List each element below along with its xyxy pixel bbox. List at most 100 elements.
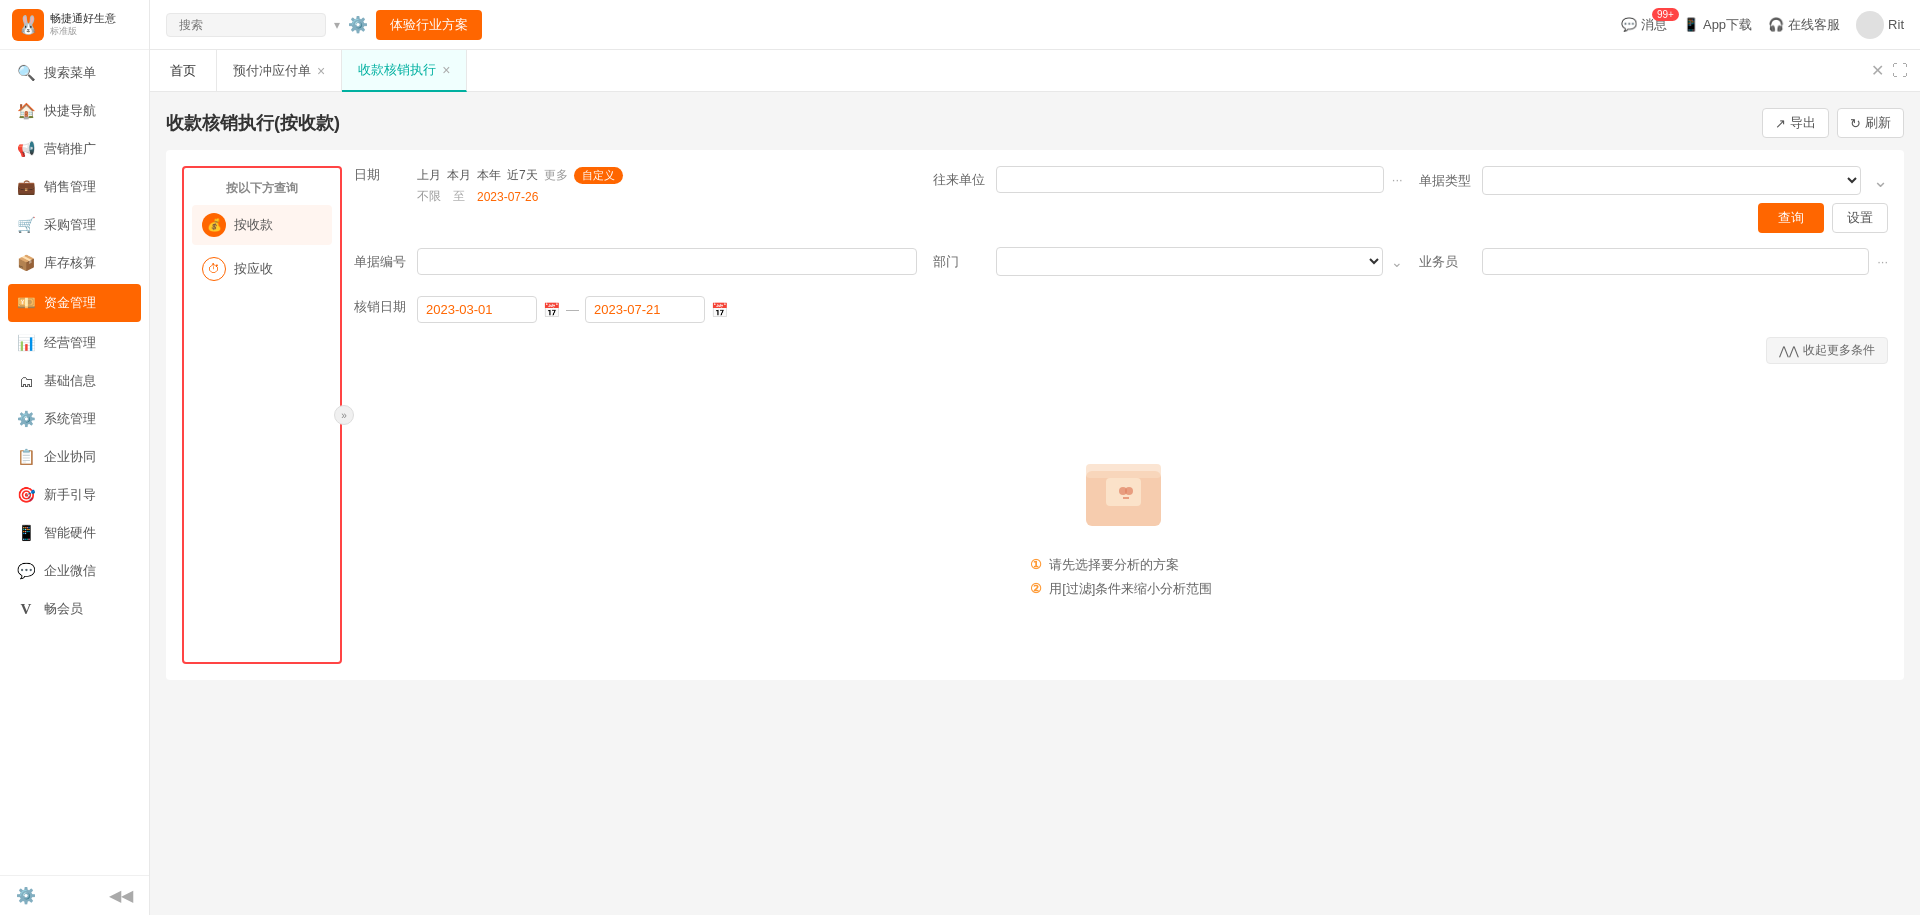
message-button[interactable]: 💬 消息 99+ <box>1621 16 1667 34</box>
dept-field: 部门 ⌄ <box>933 247 1402 276</box>
verify-date-from-cal-icon[interactable]: 📅 <box>543 302 560 318</box>
sidebar-item-member[interactable]: V 畅会员 <box>0 590 149 628</box>
sidebar-item-label: 畅会员 <box>44 600 83 618</box>
solution-button[interactable]: 体验行业方案 <box>376 10 482 40</box>
sidebar-item-marketing[interactable]: 📢 营销推广 <box>0 130 149 168</box>
docno-input[interactable] <box>417 248 917 275</box>
shortcut-more[interactable]: 更多 <box>544 167 568 184</box>
query-button[interactable]: 查询 <box>1758 203 1824 233</box>
app-logo: 🐰 畅捷通好生意 标准版 <box>0 0 149 50</box>
sidebar-item-label: 系统管理 <box>44 410 96 428</box>
empty-hint-1: ① 请先选择要分析的方案 <box>1030 556 1213 574</box>
tabbar-actions: ✕ ⛶ <box>1871 61 1920 80</box>
partner-input[interactable] <box>996 166 1384 193</box>
sidebar-item-search[interactable]: 🔍 搜索菜单 <box>0 54 149 92</box>
inventory-icon: 📦 <box>16 254 36 272</box>
refresh-icon: ↻ <box>1850 116 1861 131</box>
tab-verify-close[interactable]: × <box>442 62 450 78</box>
date-nolimit-to: 至 <box>453 188 465 205</box>
doctype-select[interactable] <box>1482 166 1861 195</box>
sidebar-item-purchase[interactable]: 🛒 采购管理 <box>0 206 149 244</box>
user-menu[interactable]: Rit <box>1856 11 1904 39</box>
sidebar-item-guide[interactable]: 🎯 新手引导 <box>0 476 149 514</box>
topbar: ▾ ⚙️ 体验行业方案 💬 消息 99+ 📱 App下载 🎧 在线客服 Rit <box>150 0 1920 50</box>
sidebar-item-finance[interactable]: 💴 资金管理 <box>8 284 141 322</box>
sidebar-item-quicknav[interactable]: 🏠 快捷导航 <box>0 92 149 130</box>
shortcut-7days[interactable]: 近7天 <box>507 167 538 184</box>
tab-prepay[interactable]: 预付冲应付单 × <box>217 50 342 92</box>
shortcut-custom[interactable]: 自定义 <box>574 167 623 184</box>
wechat-icon: 💬 <box>16 562 36 580</box>
online-service-button[interactable]: 🎧 在线客服 <box>1768 16 1840 34</box>
tab-prepay-label: 预付冲应付单 <box>233 62 311 80</box>
guide-icon: 🎯 <box>16 486 36 504</box>
main-area: ▾ ⚙️ 体验行业方案 💬 消息 99+ 📱 App下载 🎧 在线客服 Rit <box>150 0 1920 915</box>
date-nolimit-label: 不限 <box>417 188 441 205</box>
tab-prepay-close[interactable]: × <box>317 63 325 79</box>
collapse-button[interactable]: ⋀⋀ 收起更多条件 <box>1766 337 1888 364</box>
receipt-icon: 💰 <box>202 213 226 237</box>
empty-illustration <box>1071 436 1171 536</box>
shortcut-this-month[interactable]: 本月 <box>447 167 471 184</box>
filter-item-by-receivable[interactable]: ⏱ 按应收 <box>192 249 332 289</box>
sidebar-item-label: 快捷导航 <box>44 102 96 120</box>
refresh-button[interactable]: ↻ 刷新 <box>1837 108 1904 138</box>
sidebar-item-operation[interactable]: 📊 经营管理 <box>0 324 149 362</box>
topbar-dropdown-icon[interactable]: ▾ <box>334 18 340 32</box>
verify-date-range: 📅 — 📅 <box>417 296 728 323</box>
dept-select[interactable] <box>996 247 1382 276</box>
settings-button[interactable]: 设置 <box>1832 203 1888 233</box>
operation-icon: 📊 <box>16 334 36 352</box>
search-icon: 🔍 <box>16 64 36 82</box>
verify-date-label: 核销日期 <box>354 298 409 316</box>
sidebar-item-hardware[interactable]: 📱 智能硬件 <box>0 514 149 552</box>
sidebar-item-inventory[interactable]: 📦 库存核算 <box>0 244 149 282</box>
shortcut-last-month[interactable]: 上月 <box>417 167 441 184</box>
verify-date-to-cal-icon[interactable]: 📅 <box>711 302 728 318</box>
export-button[interactable]: ↗ 导出 <box>1762 108 1829 138</box>
docno-label: 单据编号 <box>354 253 409 271</box>
tab-verify[interactable]: 收款核销执行 × <box>342 50 467 92</box>
sidebar-item-basic[interactable]: 🗂 基础信息 <box>0 362 149 400</box>
sales-icon: 💼 <box>16 178 36 196</box>
topbar-gear-icon[interactable]: ⚙️ <box>348 15 368 34</box>
tab-home[interactable]: 首页 <box>150 50 217 92</box>
sidebar-item-wechat[interactable]: 💬 企业微信 <box>0 552 149 590</box>
staff-input[interactable] <box>1482 248 1870 275</box>
date-from-value: 2023-07-26 <box>477 190 538 204</box>
filter-item-by-receipt[interactable]: 💰 按收款 <box>192 205 332 245</box>
empty-state: ① 请先选择要分析的方案 ② 用[过滤]条件来缩小分析范围 <box>354 376 1888 664</box>
settings-footer-icon[interactable]: ⚙️ <box>16 886 36 905</box>
sidebar-item-label: 营销推广 <box>44 140 96 158</box>
expand-icon[interactable]: ⛶ <box>1892 62 1908 80</box>
sidebar-item-system[interactable]: ⚙️ 系统管理 <box>0 400 149 438</box>
verify-date-from-input[interactable] <box>417 296 537 323</box>
close-all-icon[interactable]: ✕ <box>1871 61 1884 80</box>
verify-date-to-input[interactable] <box>585 296 705 323</box>
sidebar-item-sales[interactable]: 💼 销售管理 <box>0 168 149 206</box>
system-icon: ⚙️ <box>16 410 36 428</box>
verify-date-separator: — <box>566 302 579 317</box>
query-btn-group: 查询 设置 <box>1758 203 1888 233</box>
partner-dots-icon[interactable]: ··· <box>1392 172 1403 187</box>
sidebar: 🐰 畅捷通好生意 标准版 🔍 搜索菜单 🏠 快捷导航 📢 营销推广 💼 销售管理… <box>0 0 150 915</box>
sidebar-item-collab[interactable]: 📋 企业协同 <box>0 438 149 476</box>
sidebar-item-label: 企业微信 <box>44 562 96 580</box>
main-panel: 按以下方查询 💰 按收款 ⏱ 按应收 » 日期 <box>166 150 1904 680</box>
sidebar-item-label: 销售管理 <box>44 178 96 196</box>
topbar-search-input[interactable] <box>166 13 326 37</box>
filter-collapse-arrow[interactable]: » <box>334 405 354 425</box>
sidebar-item-label: 智能硬件 <box>44 524 96 542</box>
page-title: 收款核销执行(按收款) <box>166 111 340 135</box>
staff-dots-icon[interactable]: ··· <box>1877 254 1888 269</box>
docno-field: 单据编号 <box>354 248 917 275</box>
shortcut-this-year[interactable]: 本年 <box>477 167 501 184</box>
app-download-button[interactable]: 📱 App下载 <box>1683 16 1752 34</box>
date-shortcuts: 上月 本月 本年 近7天 更多 自定义 <box>417 167 623 184</box>
refresh-label: 刷新 <box>1865 114 1891 132</box>
sidebar-item-label: 经营管理 <box>44 334 96 352</box>
home-icon: 🏠 <box>16 102 36 120</box>
staff-field: 业务员 ··· <box>1419 248 1888 275</box>
headset-icon: 🎧 <box>1768 17 1784 32</box>
collapse-sidebar-icon[interactable]: ◀◀ <box>109 886 133 905</box>
